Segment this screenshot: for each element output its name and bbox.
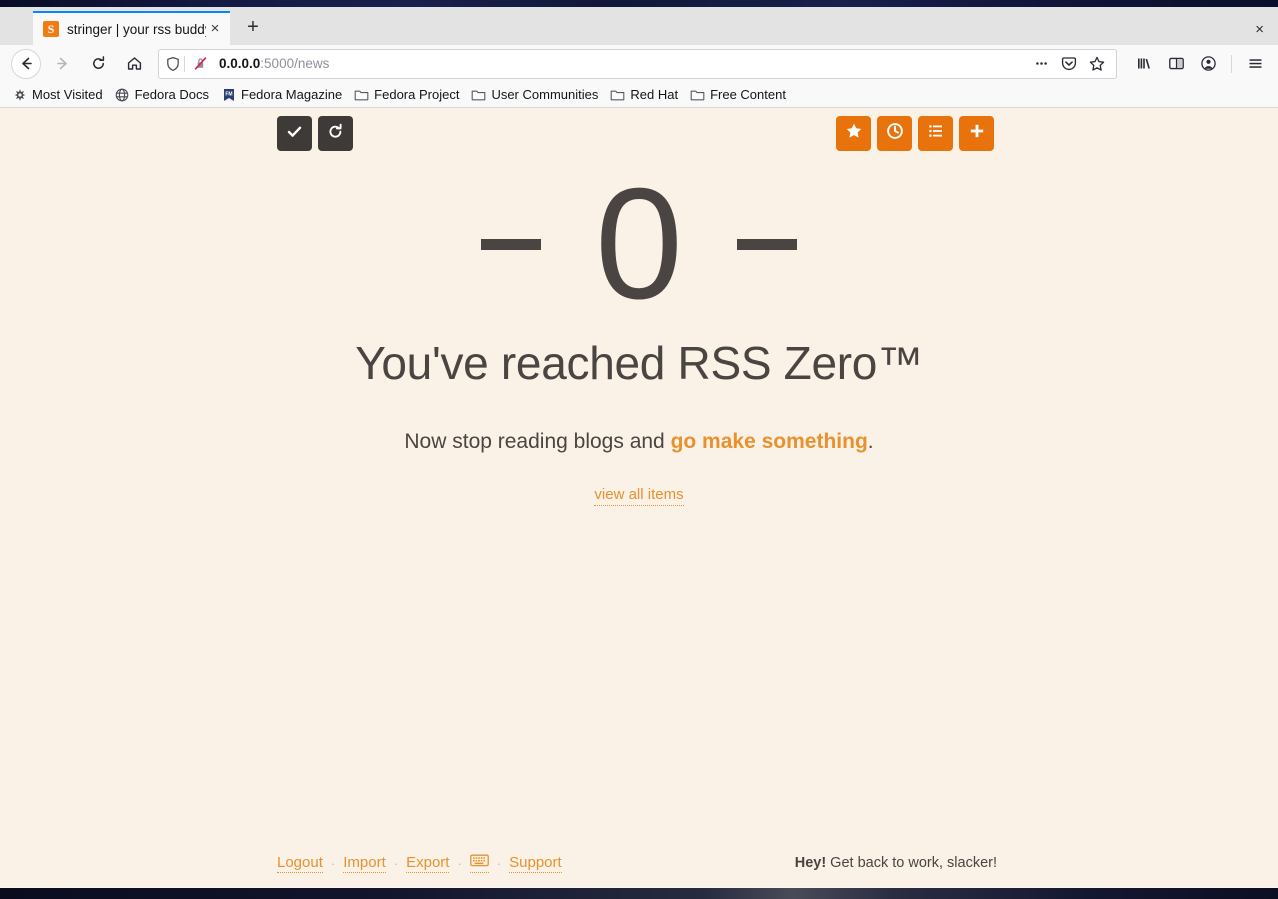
- footer-message-bold: Hey!: [794, 855, 827, 871]
- window-close-button[interactable]: ×: [1255, 21, 1264, 38]
- starred-button[interactable]: [836, 116, 871, 151]
- view-all-items-link[interactable]: view all items: [594, 486, 684, 506]
- url-host: 0.0.0.0: [219, 56, 261, 71]
- back-arrow-icon[interactable]: [11, 48, 41, 79]
- sidebar-icon[interactable]: [1161, 49, 1191, 79]
- bookmark-most-visited[interactable]: Most Visited: [6, 85, 109, 104]
- separator-dot: ·: [496, 855, 502, 871]
- url-path: :5000/news: [260, 56, 330, 71]
- bookmark-label: Fedora Project: [374, 87, 460, 102]
- refresh-icon: [327, 123, 344, 145]
- bookmark-fedora-project[interactable]: Fedora Project: [348, 85, 465, 104]
- svg-text:FM: FM: [225, 91, 232, 97]
- bookmark-user-communities[interactable]: User Communities: [465, 85, 604, 104]
- bookmark-label: Most Visited: [32, 87, 103, 102]
- app-footer: Logout · Import · Export · · Support Hey…: [0, 839, 1278, 887]
- page-actions-ellipsis-icon[interactable]: [1028, 51, 1054, 77]
- library-icon[interactable]: [1129, 49, 1159, 79]
- keyboard-shortcuts-icon: [469, 854, 489, 871]
- left-dash: [481, 238, 542, 250]
- app-toolbar-left: [277, 116, 353, 151]
- page-title: You've reached RSS Zero™: [355, 337, 923, 389]
- bookmark-free-content[interactable]: Free Content: [684, 85, 792, 104]
- bookmarks-toolbar: Most Visited Fedora Docs FM Fedora Magaz…: [0, 82, 1278, 108]
- subtitle-prefix: Now stop reading blogs and: [404, 430, 671, 453]
- support-link[interactable]: Support: [509, 854, 562, 873]
- separator-dot: ·: [457, 855, 462, 871]
- browser-toolbar-right: [1125, 49, 1270, 79]
- folder-icon: [690, 87, 705, 102]
- account-icon[interactable]: [1193, 49, 1223, 79]
- app-toolbar-right: [836, 116, 994, 151]
- insecure-connection-icon: [194, 57, 207, 70]
- forward-arrow-icon[interactable]: [47, 49, 77, 79]
- import-link[interactable]: Import: [343, 854, 386, 873]
- bookmark-fedora-docs[interactable]: Fedora Docs: [109, 85, 215, 104]
- url-text[interactable]: 0.0.0.0:5000/news: [219, 56, 1028, 71]
- bookmark-fedora-magazine[interactable]: FM Fedora Magazine: [215, 85, 348, 104]
- logout-link[interactable]: Logout: [277, 854, 323, 873]
- browser-window: S stringer | your rss buddy × + × 0.0.0.…: [0, 7, 1278, 888]
- star-icon: [845, 122, 863, 145]
- identity-box[interactable]: [165, 55, 215, 72]
- most-visited-star-icon: [12, 87, 27, 102]
- pocket-icon[interactable]: [1056, 51, 1082, 77]
- plus-icon: [968, 122, 986, 145]
- bookmark-star-icon[interactable]: [1084, 51, 1110, 77]
- separator-dot: ·: [393, 855, 399, 871]
- go-make-something-link[interactable]: go make something: [671, 430, 868, 453]
- browser-tab-stringer[interactable]: S stringer | your rss buddy ×: [33, 11, 230, 45]
- rss-zero-block: 0 You've reached RSS Zero™ Now stop read…: [0, 156, 1278, 506]
- clock-icon: [886, 122, 904, 145]
- folder-icon: [610, 87, 625, 102]
- stringer-favicon: S: [43, 21, 59, 37]
- bookmark-red-hat[interactable]: Red Hat: [604, 85, 684, 104]
- bookmark-label: Fedora Magazine: [241, 87, 343, 102]
- stringer-page: 0 You've reached RSS Zero™ Now stop read…: [0, 108, 1278, 887]
- keyboard-shortcuts-link[interactable]: [469, 854, 489, 873]
- hamburger-menu-icon[interactable]: [1240, 49, 1270, 79]
- navigation-toolbar: 0.0.0.0:5000/news: [0, 45, 1278, 82]
- unread-count: 0: [595, 156, 683, 332]
- app-toolbar: [0, 108, 1278, 174]
- fedora-magazine-icon: FM: [221, 87, 236, 102]
- bookmark-label: Fedora Docs: [134, 87, 209, 102]
- footer-message: Hey! Get back to work, slacker!: [795, 855, 997, 871]
- footer-message-rest: Get back to work, slacker!: [826, 855, 997, 871]
- export-link[interactable]: Export: [406, 854, 450, 873]
- url-bar[interactable]: 0.0.0.0:5000/news: [158, 48, 1117, 79]
- separator-dot: ·: [330, 855, 336, 871]
- read-later-button[interactable]: [877, 116, 912, 151]
- desktop-wallpaper-bottom: [0, 888, 1278, 899]
- mark-all-read-button[interactable]: [277, 116, 312, 151]
- add-feed-button[interactable]: [959, 116, 994, 151]
- right-dash: [736, 238, 797, 250]
- close-icon[interactable]: ×: [206, 20, 224, 38]
- check-icon: [286, 123, 303, 145]
- url-actions: [1028, 51, 1110, 77]
- bookmark-label: Free Content: [710, 87, 786, 102]
- subtitle: Now stop reading blogs and go make somet…: [0, 430, 1278, 454]
- tab-title: stringer | your rss buddy: [67, 21, 206, 37]
- tab-strip: S stringer | your rss buddy × + ×: [0, 7, 1278, 45]
- footer-links: Logout · Import · Export · · Support: [277, 854, 562, 873]
- all-items-button[interactable]: [918, 116, 953, 151]
- subtitle-suffix: .: [867, 430, 874, 453]
- folder-icon: [354, 87, 369, 102]
- home-icon[interactable]: [119, 49, 149, 79]
- refresh-feeds-button[interactable]: [318, 116, 353, 151]
- globe-icon: [115, 87, 130, 102]
- tracking-protection-shield-icon: [167, 56, 179, 71]
- zero-counter: 0: [0, 156, 1278, 332]
- list-icon: [927, 122, 945, 145]
- folder-icon: [471, 87, 486, 102]
- new-tab-button[interactable]: +: [238, 13, 268, 43]
- bookmark-label: Red Hat: [630, 87, 679, 102]
- view-all-wrap: view all items: [0, 486, 1278, 506]
- reload-icon[interactable]: [83, 49, 113, 79]
- bookmark-label: User Communities: [491, 87, 599, 102]
